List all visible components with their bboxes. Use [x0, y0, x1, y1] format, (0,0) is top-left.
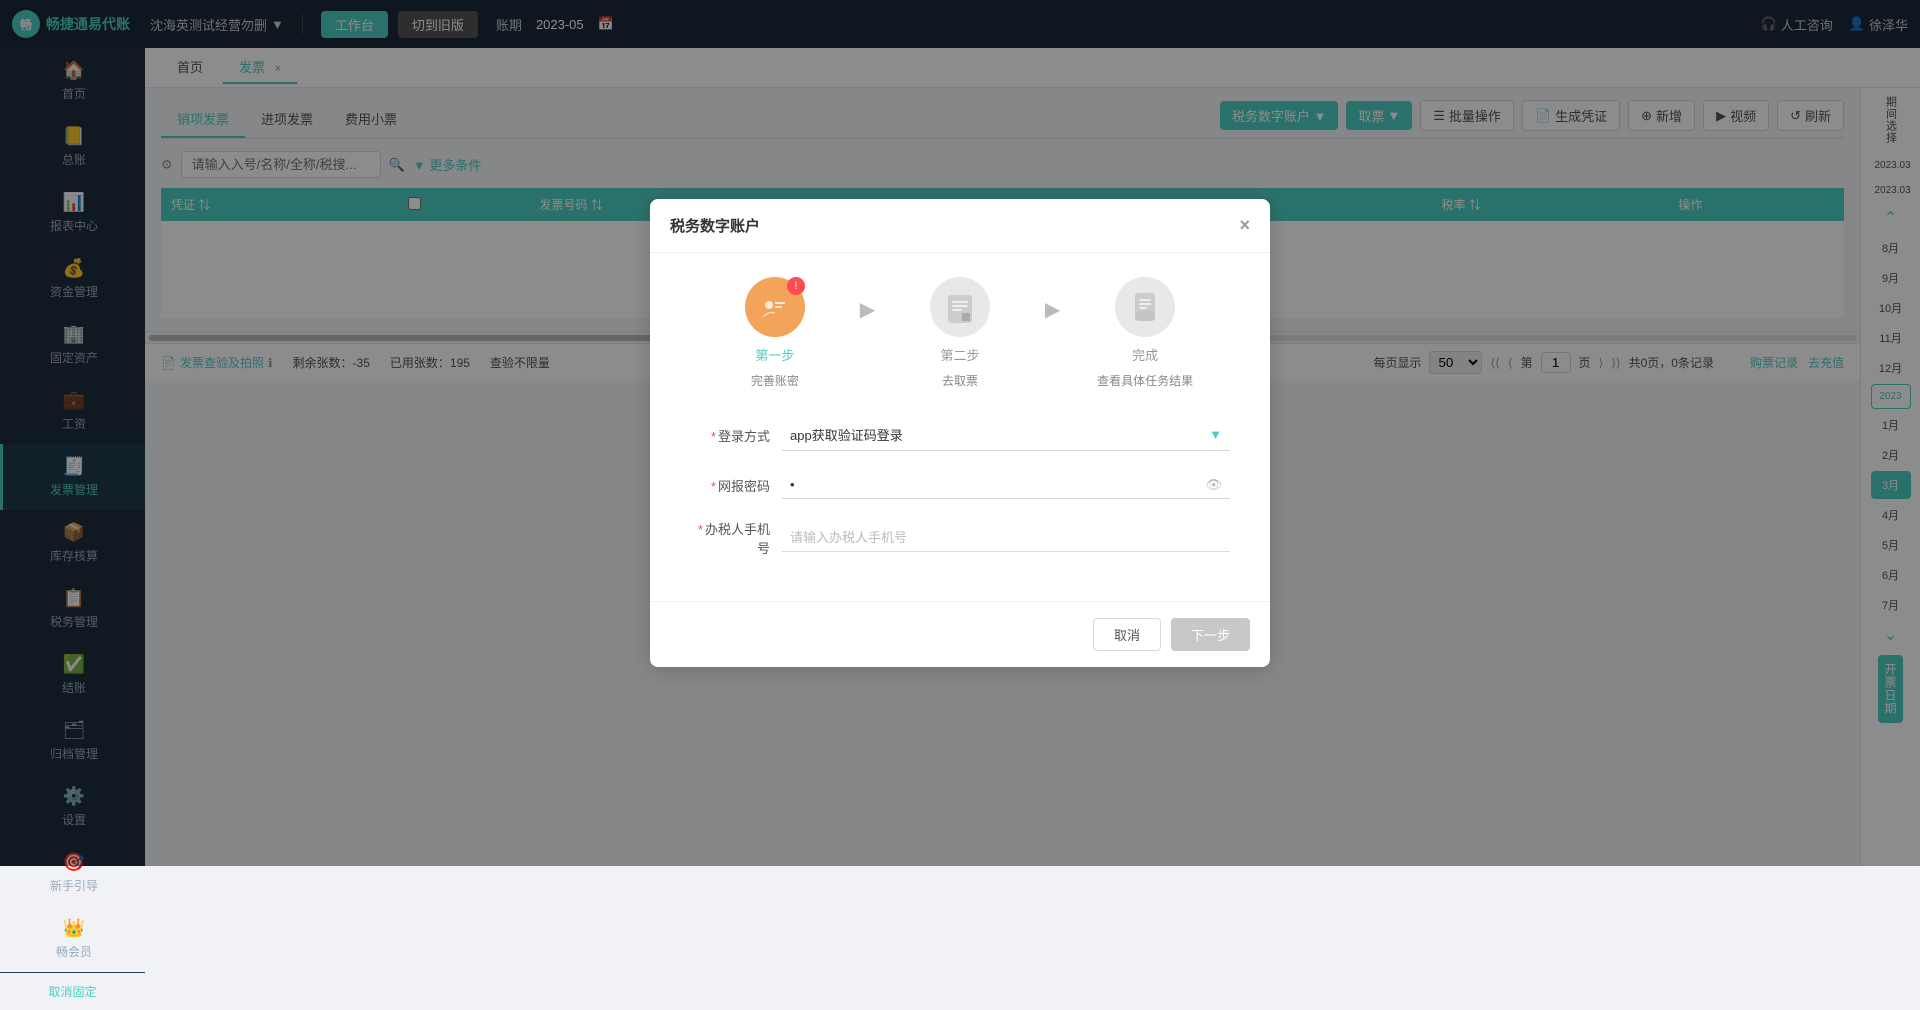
modal-close-btn[interactable]: × [1239, 215, 1250, 236]
step-3: 完成 查看具体任务结果 [1060, 277, 1230, 389]
step-2-desc: 去取票 [942, 372, 978, 389]
form-row-phone: 办税人手机号 [690, 519, 1230, 557]
sidebar-item-member[interactable]: 👑 畅会员 [0, 906, 145, 972]
phone-label: 办税人手机号 [690, 519, 770, 557]
step-1: ! 第一步 完善账密 [690, 277, 860, 389]
login-method-select[interactable]: app获取验证码登录 ▼ [782, 419, 1230, 451]
cancel-pin-btn[interactable]: 取消固定 [48, 985, 96, 999]
step-2-svg [944, 291, 976, 323]
step-1-label: 第一步 [755, 345, 794, 364]
modal-overlay: 税务数字账户 × [0, 0, 1920, 866]
step-arrow-1: ▶ [860, 277, 875, 322]
modal-title: 税务数字账户 [670, 215, 760, 236]
step-3-svg [1129, 291, 1161, 323]
password-wrap: 👁 [782, 471, 1230, 499]
modal-form: 登录方式 app获取验证码登录 ▼ 网报密码 👁 办税人手机 [690, 419, 1230, 557]
login-method-value: app获取验证码登录 [790, 425, 903, 444]
login-method-label: 登录方式 [690, 426, 770, 445]
password-input[interactable] [782, 471, 1230, 499]
steps-row: ! 第一步 完善账密 ▶ [690, 277, 1230, 389]
sidebar-label-guide: 新手引导 [50, 877, 98, 894]
step-1-svg [759, 291, 791, 323]
step-1-icon-wrap: ! [745, 277, 805, 337]
modal-tax-account: 税务数字账户 × [650, 199, 1270, 667]
form-row-login-method: 登录方式 app获取验证码登录 ▼ [690, 419, 1230, 451]
password-label: 网报密码 [690, 476, 770, 495]
modal-body: ! 第一步 完善账密 ▶ [650, 253, 1270, 601]
step-3-label: 完成 [1132, 345, 1158, 364]
step-1-desc: 完善账密 [751, 372, 799, 389]
member-icon: 👑 [63, 918, 85, 939]
modal-header: 税务数字账户 × [650, 199, 1270, 253]
modal-footer: 取消 下一步 [650, 601, 1270, 667]
step-2-icon [930, 277, 990, 337]
step-arrow-2: ▶ [1045, 277, 1060, 322]
step-2: 第二步 去取票 [875, 277, 1045, 389]
step-1-badge: ! [787, 277, 805, 295]
step-3-desc: 查看具体任务结果 [1097, 372, 1193, 389]
cancel-button[interactable]: 取消 [1093, 618, 1161, 651]
step-2-label: 第二步 [940, 345, 979, 364]
next-button[interactable]: 下一步 [1171, 618, 1250, 651]
eye-icon[interactable]: 👁 [1205, 477, 1222, 493]
login-method-dropdown-icon: ▼ [1209, 427, 1222, 442]
sidebar-label-member: 畅会员 [56, 943, 92, 960]
form-row-password: 网报密码 👁 [690, 471, 1230, 499]
step-3-icon [1115, 277, 1175, 337]
phone-input[interactable] [782, 524, 1230, 552]
